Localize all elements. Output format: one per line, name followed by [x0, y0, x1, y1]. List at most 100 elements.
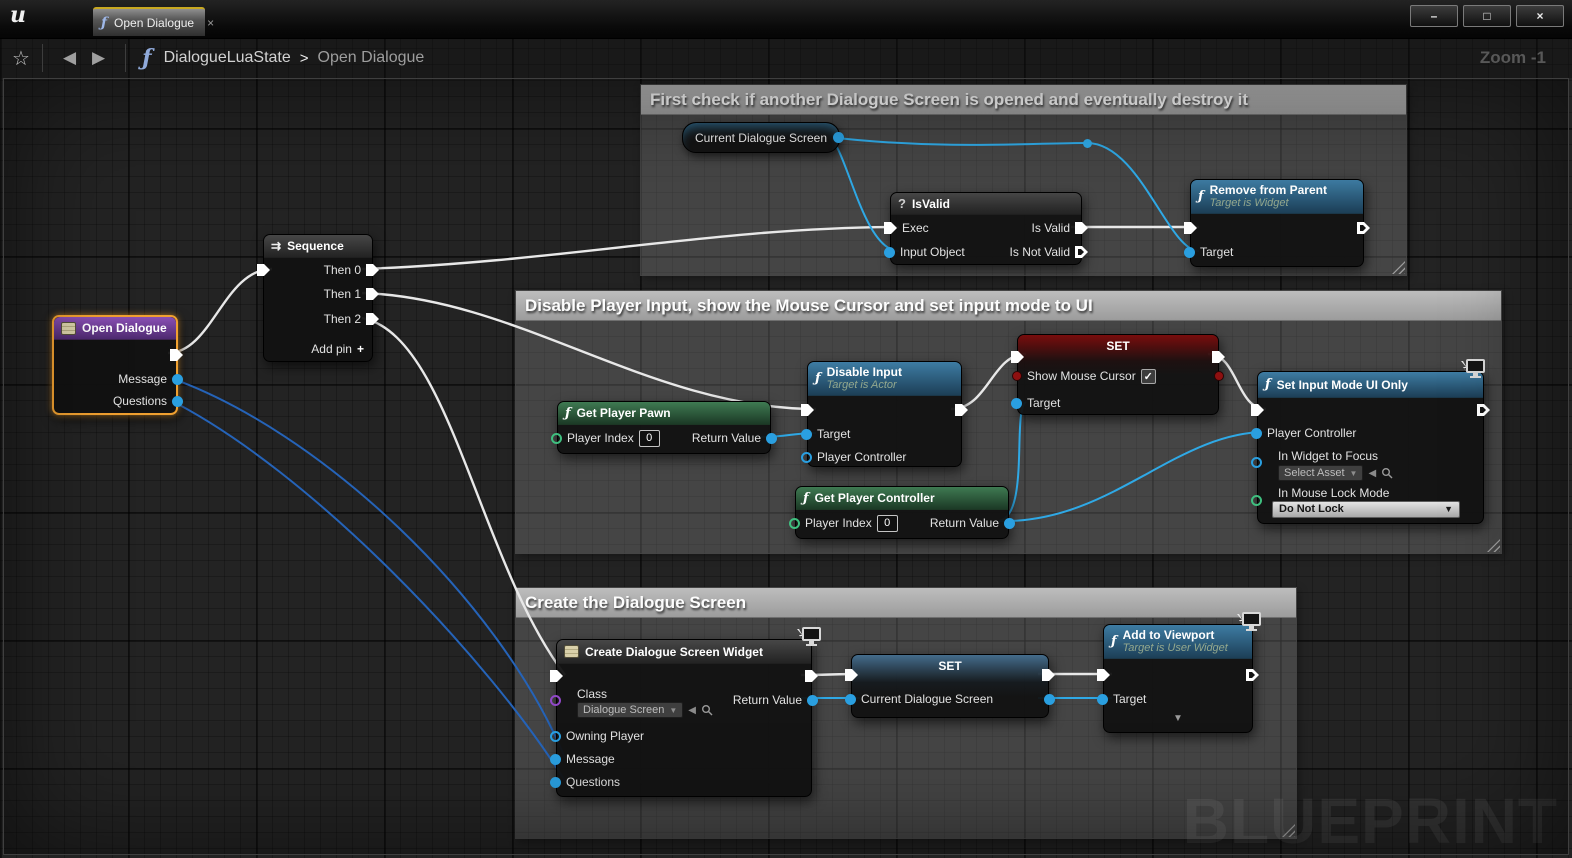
comment-title[interactable]: Disable Player Input, show the Mouse Cur… [516, 291, 1501, 321]
mouse-lock-mode-dropdown[interactable]: Do Not Lock ▼ [1272, 500, 1460, 518]
questions-pin[interactable] [550, 776, 561, 788]
exec-in-pin[interactable] [801, 404, 814, 416]
close-button[interactable]: × [1516, 5, 1564, 27]
owning-player-pin[interactable] [550, 730, 561, 742]
widget-icon [564, 645, 579, 658]
player-index-pin[interactable] [551, 432, 562, 444]
player-controller-pin[interactable] [801, 451, 812, 463]
minimize-button[interactable]: – [1410, 5, 1458, 27]
exec-out-pin[interactable] [1042, 669, 1055, 681]
maximize-button[interactable]: □ [1463, 5, 1511, 27]
node-disable-input[interactable]: ƒ Disable Input Target is Actor Target P… [801, 361, 968, 467]
exec-in-pin[interactable] [884, 222, 897, 234]
isnotvalid-out-pin[interactable] [1075, 246, 1088, 258]
return-value-pin[interactable] [1004, 517, 1015, 529]
use-selected-asset-icon[interactable]: ◀ [688, 705, 696, 716]
plus-icon: + [356, 342, 364, 356]
player-index-field[interactable]: 0 [638, 429, 660, 447]
dropdown-arrow-icon: ▼ [669, 705, 678, 715]
node-create-dialogue-screen-widget[interactable]: Create Dialogue Screen Widget Class Dial… [550, 639, 818, 797]
target-pin[interactable] [1184, 246, 1195, 258]
questions-out-pin[interactable] [172, 395, 183, 407]
node-get-player-pawn[interactable]: ƒ Get Player Pawn Player Index 0 Return V… [551, 401, 777, 454]
node-remove-from-parent[interactable]: ƒ Remove from Parent Target is Widget Ta… [1184, 179, 1370, 267]
in-widget-to-focus-pin[interactable] [1251, 456, 1262, 468]
bool-out-pin[interactable] [1214, 371, 1224, 381]
node-isvalid[interactable]: ? IsValid Exec Is Valid Input Object Is … [884, 192, 1088, 265]
player-index-field[interactable]: 0 [876, 514, 898, 532]
value-in-pin[interactable] [845, 693, 856, 705]
comment-resize-handle[interactable] [1282, 824, 1295, 837]
advanced-expander-icon[interactable]: ▼ [1104, 713, 1252, 724]
favorite-star-icon[interactable]: ☆ [12, 46, 30, 71]
pin-label: Show Mouse Cursor [1027, 369, 1136, 383]
message-pin[interactable] [550, 753, 561, 765]
then0-out-pin[interactable] [366, 264, 379, 276]
player-controller-pin[interactable] [1251, 427, 1262, 439]
node-set-show-mouse-cursor[interactable]: SET Show Mouse Cursor ✓ Target [1011, 334, 1225, 415]
exec-in-pin[interactable] [257, 264, 270, 276]
pin-label: Player Controller [1267, 426, 1357, 440]
target-pin[interactable] [801, 428, 812, 440]
class-dropdown[interactable]: Dialogue Screen ▼ [577, 702, 684, 718]
input-object-pin[interactable] [884, 246, 895, 258]
pin-label: Target [1200, 245, 1234, 259]
exec-out-pin[interactable] [1357, 222, 1370, 234]
select-asset-dropdown[interactable]: Select Asset ▼ [1278, 465, 1364, 481]
use-selected-asset-icon[interactable]: ◀ [1368, 468, 1376, 479]
then2-out-pin[interactable] [366, 313, 379, 325]
node-title: Set Input Mode UI Only [1276, 377, 1408, 392]
node-set-current-dialogue-screen[interactable]: SET Current Dialogue Screen [845, 654, 1055, 718]
pin-label: Player Controller [817, 450, 907, 464]
show-mouse-cursor-checkbox[interactable]: ✓ [1140, 368, 1156, 384]
breadcrumb-current[interactable]: Open Dialogue [318, 49, 425, 67]
exec-out-pin[interactable] [1477, 404, 1490, 416]
exec-out-pin[interactable] [170, 349, 183, 361]
then1-out-pin[interactable] [366, 288, 379, 300]
exec-in-pin[interactable] [845, 669, 858, 681]
comment-title[interactable]: Create the Dialogue Screen [516, 588, 1296, 618]
return-value-pin[interactable] [807, 694, 818, 706]
exec-in-pin[interactable] [1097, 669, 1110, 681]
exec-out-pin[interactable] [1246, 669, 1259, 681]
exec-out-pin[interactable] [1212, 351, 1225, 363]
function-icon: ƒ [1265, 377, 1271, 392]
value-out-pin[interactable] [1044, 693, 1055, 705]
comment-resize-handle[interactable] [1392, 261, 1405, 274]
node-open-dialogue[interactable]: Open Dialogue Message Questions [52, 315, 183, 415]
exec-out-pin[interactable] [955, 404, 968, 416]
exec-out-pin[interactable] [805, 670, 818, 682]
target-pin[interactable] [1097, 693, 1108, 705]
in-mouse-lock-mode-pin[interactable] [1251, 494, 1262, 506]
isvalid-out-pin[interactable] [1075, 222, 1088, 234]
return-value-pin[interactable] [766, 432, 777, 444]
exec-in-pin[interactable] [1011, 351, 1024, 363]
browse-asset-icon[interactable] [1381, 467, 1393, 479]
node-sequence[interactable]: ⇉ Sequence Then 0 Then 1 Then 2 Add pin + [257, 234, 379, 362]
node-set-input-mode-ui-only[interactable]: ƒ Set Input Mode UI Only Player Controll… [1251, 371, 1490, 524]
comment-resize-handle[interactable] [1487, 539, 1500, 552]
show-mouse-cursor-pin[interactable] [1012, 371, 1022, 381]
exec-in-pin[interactable] [1184, 222, 1197, 234]
back-arrow-icon[interactable]: ◀ [63, 48, 76, 68]
pin-label: Then 1 [323, 287, 361, 301]
comment-title[interactable]: First check if another Dialogue Screen i… [641, 85, 1406, 115]
node-add-to-viewport[interactable]: ƒ Add to Viewport Target is User Widget … [1097, 624, 1259, 733]
pin-label: Questions [112, 394, 167, 408]
tab-close-icon[interactable]: × [207, 16, 214, 30]
player-index-pin[interactable] [789, 517, 800, 529]
node-get-current-dialogue-screen[interactable]: Current Dialogue Screen [682, 122, 844, 153]
exec-in-pin[interactable] [550, 670, 563, 682]
exec-in-pin[interactable] [1251, 404, 1264, 416]
browse-asset-icon[interactable] [701, 704, 713, 716]
message-out-pin[interactable] [172, 373, 183, 385]
class-pin[interactable] [550, 694, 561, 706]
node-get-player-controller[interactable]: ƒ Get Player Controller Player Index 0 Re… [789, 486, 1015, 539]
value-out-pin[interactable] [833, 132, 844, 143]
target-pin[interactable] [1011, 397, 1022, 409]
forward-arrow-icon[interactable]: ▶ [92, 48, 105, 68]
add-pin-button[interactable]: Add pin + [311, 341, 364, 357]
tab-open-dialogue[interactable]: ƒ Open Dialogue × [93, 7, 214, 36]
pin-label: Is Not Valid [1009, 245, 1070, 259]
breadcrumb-root[interactable]: DialogueLuaState [164, 49, 291, 67]
